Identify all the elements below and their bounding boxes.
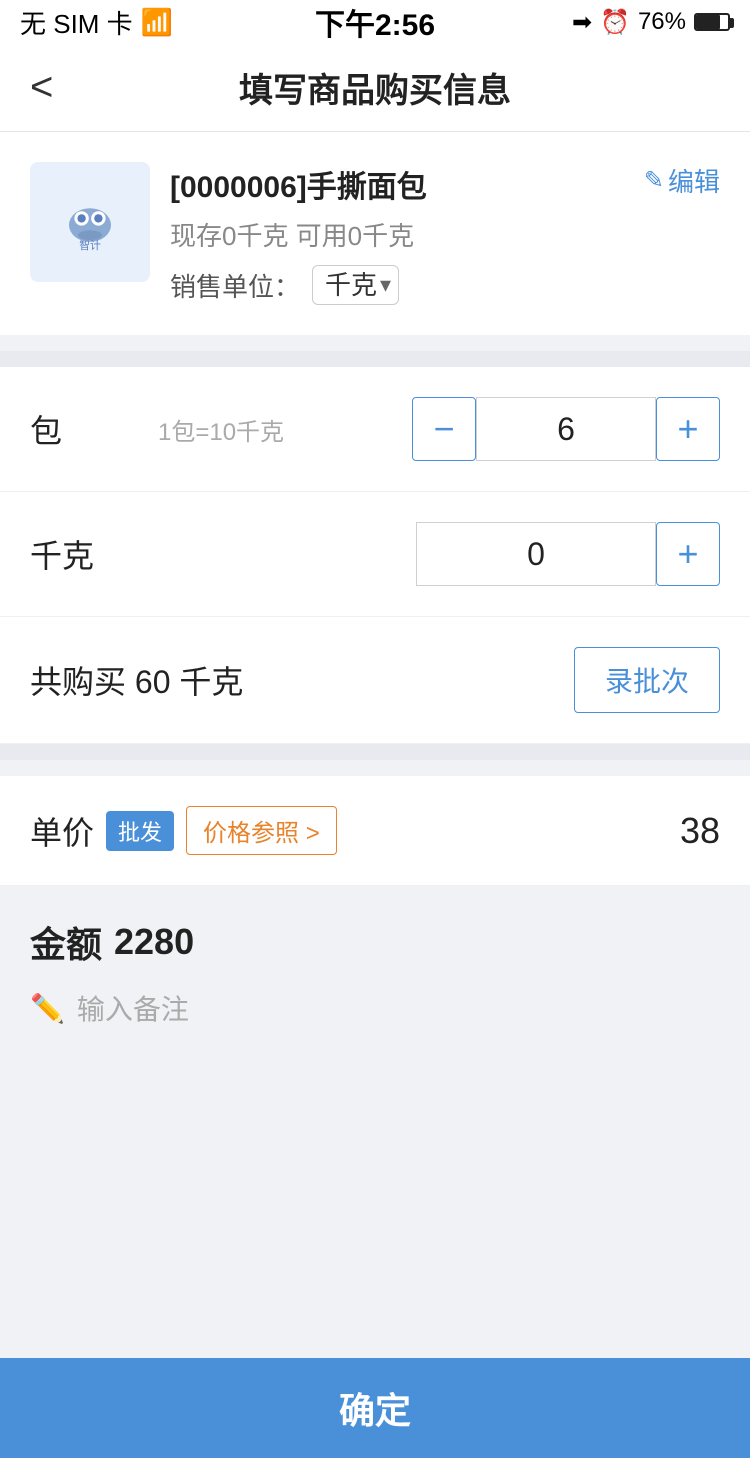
kg-input-row: 千克 +: [0, 492, 750, 617]
bag-input-row: 包 1包=10千克 − +: [0, 367, 750, 492]
bag-minus-button[interactable]: −: [412, 397, 476, 461]
amount-row: 金额 2280: [30, 916, 720, 968]
unit-select-wrap[interactable]: 千克: [312, 265, 399, 305]
product-thumbnail: 智计: [30, 162, 150, 282]
input-section: 包 1包=10千克 − + 千克 +: [0, 367, 750, 617]
status-left: 无 SIM 卡 📶: [20, 4, 173, 41]
edit-icon: ✎: [644, 166, 664, 195]
location-icon: ➡: [572, 8, 592, 37]
wifi-icon: 📶: [141, 7, 173, 38]
bag-hint: 1包=10千克: [158, 412, 412, 447]
product-logo-icon: 智计: [60, 192, 120, 252]
batch-button[interactable]: 录批次: [574, 647, 720, 713]
product-card: 智计 [0000006]手撕面包 ✎ 编辑 现存0千克 可用0千克 销售单位： …: [0, 132, 750, 335]
unit-select[interactable]: 千克: [312, 265, 399, 305]
price-label: 单价: [30, 808, 94, 854]
kg-qty-input[interactable]: [416, 522, 656, 586]
nav-bar: < 填写商品购买信息: [0, 44, 750, 132]
note-icon: ✏️: [30, 992, 65, 1025]
note-placeholder: 输入备注: [77, 988, 189, 1028]
edit-button[interactable]: ✎ 编辑: [644, 162, 720, 199]
divider-2: [0, 744, 750, 760]
battery-text: 76%: [638, 8, 686, 36]
kg-label: 千克: [30, 531, 150, 577]
battery-icon: [694, 13, 730, 31]
product-stock: 现存0千克 可用0千克: [170, 216, 720, 253]
bag-qty-input[interactable]: [476, 397, 656, 461]
kg-qty-control: +: [416, 522, 720, 586]
total-row: 共购买 60 千克 录批次: [0, 617, 750, 744]
price-section: 单价 批发 价格参照 > 38: [0, 776, 750, 886]
divider-1: [0, 351, 750, 367]
unit-label: 销售单位：: [170, 267, 300, 304]
no-sim-text: 无 SIM 卡: [20, 4, 133, 41]
product-name: [0000006]手撕面包: [170, 162, 427, 206]
svg-text:智计: 智计: [79, 238, 101, 252]
content-area: [0, 1058, 750, 1358]
price-value: 38: [680, 810, 720, 852]
amount-section: 金额 2280 ✏️ 输入备注: [0, 886, 750, 1058]
product-info: [0000006]手撕面包 ✎ 编辑 现存0千克 可用0千克 销售单位： 千克: [170, 162, 720, 305]
kg-plus-button[interactable]: +: [656, 522, 720, 586]
status-bar: 无 SIM 卡 📶 下午2:56 ➡ ⏰ 76%: [0, 0, 750, 44]
total-label: 共购买 60 千克: [30, 657, 243, 703]
price-row: 单价 批发 价格参照 > 38: [0, 776, 750, 886]
status-time: 下午2:56: [315, 0, 435, 44]
back-button[interactable]: <: [30, 65, 53, 110]
status-right: ➡ ⏰ 76%: [572, 8, 730, 37]
price-ref-button[interactable]: 价格参照 >: [186, 806, 337, 855]
amount-value: 2280: [114, 921, 194, 963]
pifa-tag: 批发: [106, 811, 174, 851]
alarm-icon: ⏰: [600, 8, 630, 37]
product-unit-row: 销售单位： 千克: [170, 265, 720, 305]
note-row[interactable]: ✏️ 输入备注: [30, 988, 720, 1058]
bag-plus-button[interactable]: +: [656, 397, 720, 461]
amount-label: 金额: [30, 916, 102, 968]
page-title: 填写商品购买信息: [239, 63, 511, 112]
confirm-button[interactable]: 确定: [0, 1358, 750, 1458]
bag-qty-control: − +: [412, 397, 720, 461]
bag-label: 包: [30, 406, 150, 452]
